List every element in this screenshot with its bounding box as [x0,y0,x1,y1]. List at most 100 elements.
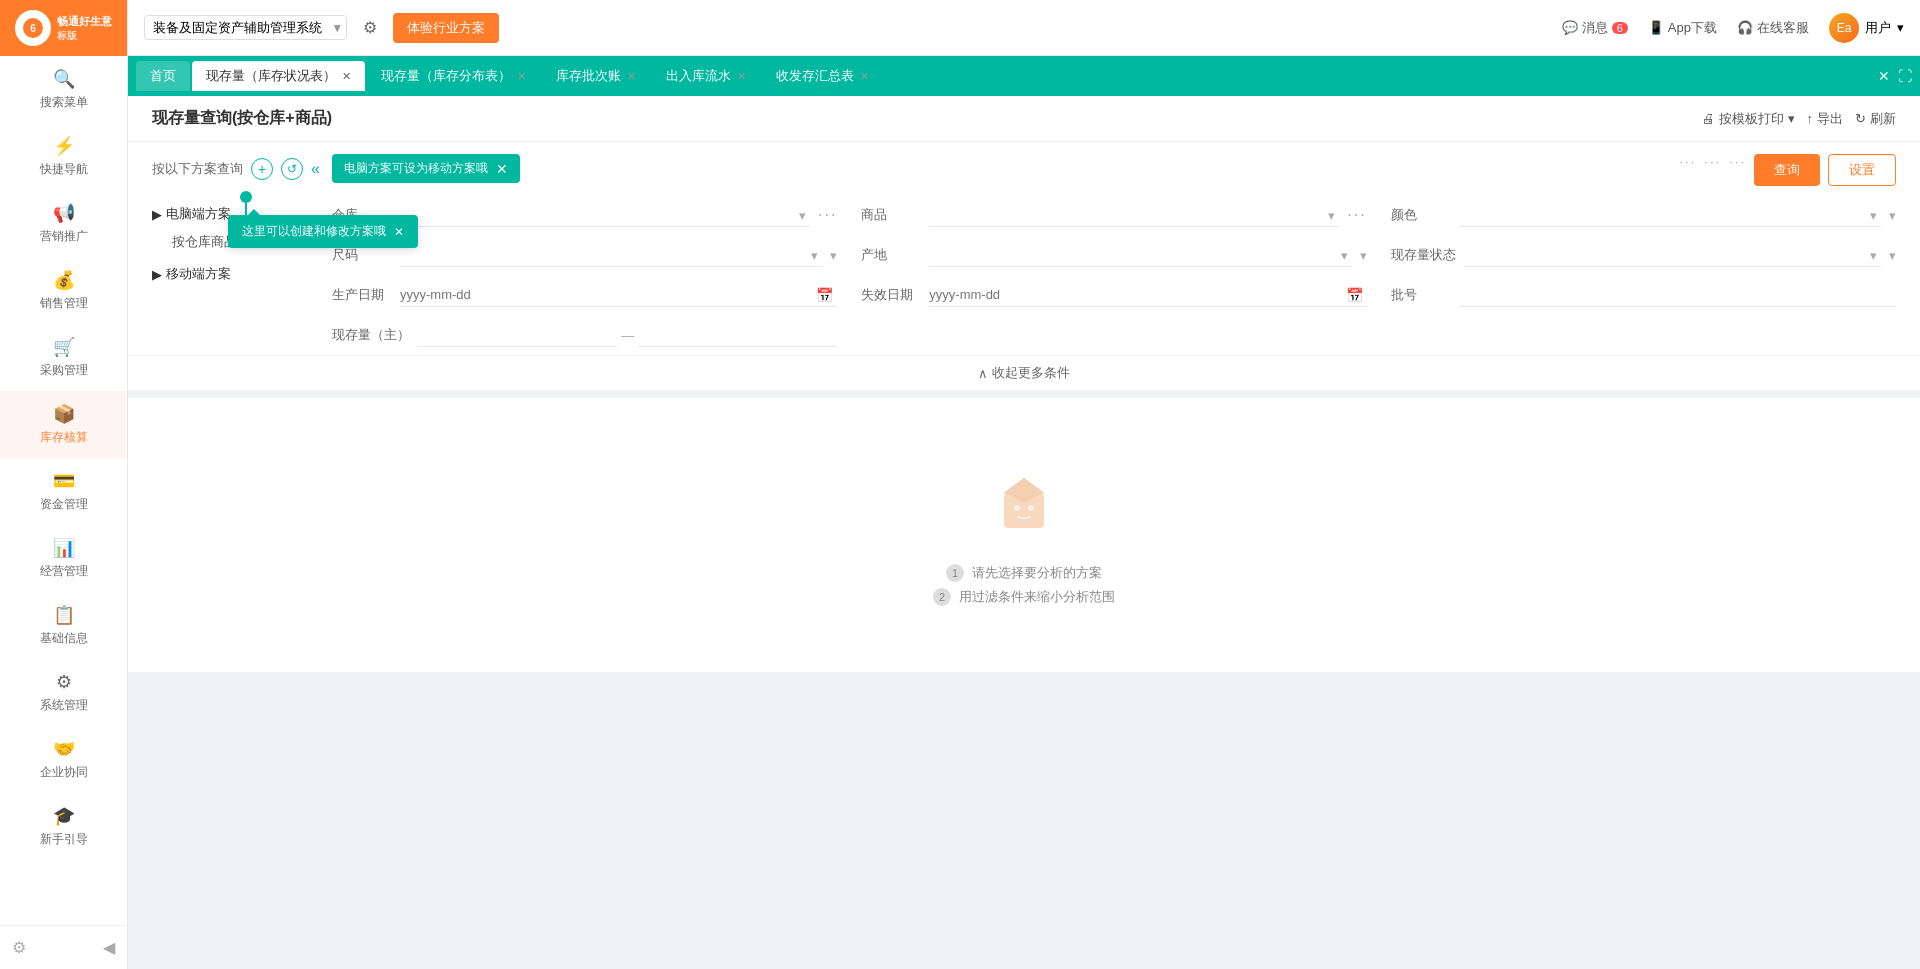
tab-batch-account[interactable]: 库存批次账 ✕ [542,61,650,91]
sidebar-item-purchase[interactable]: 🛒 采购管理 [0,324,127,391]
tab-close-inventory-dist[interactable]: ✕ [517,70,526,83]
empty-step-2: 2 用过滤条件来缩小分析范围 [933,588,1115,606]
size-label: 尺码 [332,246,392,264]
filter-produce-date: 生产日期 📅 [332,283,837,307]
sidebar-item-basic[interactable]: 📋 基础信息 [0,592,127,659]
tab-inventory-dist[interactable]: 现存量（库存分布表） ✕ [367,61,540,91]
export-btn[interactable]: ↑ 导出 [1807,110,1844,128]
sidebar-item-operation[interactable]: 📊 经营管理 [0,525,127,592]
origin-label: 产地 [861,246,921,264]
chevron-down-icon: ▾ [1897,20,1904,35]
batch-account-tab-label: 库存批次账 [556,67,621,85]
header-gear-icon[interactable]: ⚙ [359,14,381,41]
size-select[interactable] [400,243,822,267]
tab-close-batch-account[interactable]: ✕ [627,70,636,83]
sidebar-item-system[interactable]: ⚙ 系统管理 [0,659,127,726]
tab-close-receive-summary[interactable]: ✕ [860,70,869,83]
system-select[interactable]: 装备及固定资产辅助管理系统 [144,15,347,40]
color-dropdown-icon: ▾ [1889,208,1896,223]
stock-status-dropdown-icon: ▾ [1889,248,1896,263]
sidebar-item-enterprise[interactable]: 🤝 企业协同 [0,726,127,793]
system-icon: ⚙ [56,671,72,693]
refresh-btn[interactable]: ↻ 刷新 [1855,110,1896,128]
batch-no-input[interactable] [1459,283,1896,307]
filter-stock-main-range: — [418,323,837,347]
add-scheme-btn[interactable]: + [251,158,273,180]
online-service-btn[interactable]: 🎧 在线客服 [1737,19,1809,37]
tab-inout-flow[interactable]: 出入库流水 ✕ [652,61,760,91]
inventory-dist-tab-label: 现存量（库存分布表） [381,67,511,85]
color-select-wrap [1459,203,1881,227]
enterprise-icon: 🤝 [53,738,75,760]
origin-dropdown-icon: ▾ [1360,248,1367,263]
system-selector[interactable]: 装备及固定资产辅助管理系统 ▾ [144,15,347,40]
stock-status-select[interactable] [1464,243,1881,267]
goods-dots[interactable]: ··· [1704,154,1721,186]
sidebar-item-label: 基础信息 [40,630,88,647]
color-dots[interactable]: ··· [1729,154,1746,186]
sidebar-item-finance[interactable]: 💳 资金管理 [0,458,127,525]
origin-select[interactable] [929,243,1351,267]
user-avatar[interactable]: Ea 用户 ▾ [1829,13,1904,43]
print-btn[interactable]: 🖨 按模板打印 ▾ [1702,110,1795,128]
scheme-area: ▶ 电脑端方案 按仓库商品 ▶ 移动端方案 这里可以创建和修改方案哦 [128,195,1920,355]
collapse-btn[interactable]: ∧ 收起更多条件 [978,364,1070,382]
sidebar-item-label: 搜索菜单 [40,94,88,111]
warehouse-select[interactable] [400,203,810,227]
settings-icon[interactable]: ⚙ [12,938,26,957]
stock-main-min-input[interactable] [418,323,617,347]
sidebar-item-label: 企业协同 [40,764,88,781]
reset-scheme-btn[interactable]: ↺ [281,158,303,180]
settings-btn[interactable]: 设置 [1828,154,1896,186]
inventory-icon: 📦 [53,403,75,425]
expand-icon[interactable]: ⛶ [1898,68,1912,84]
mobile-scheme-header[interactable]: ▶ 移动端方案 [152,259,284,289]
produce-date-wrap: 📅 [400,283,837,307]
sales-icon: 💰 [53,269,75,291]
app-download-btn[interactable]: 📱 App下载 [1648,19,1717,37]
expire-date-calendar-icon[interactable]: 📅 [1346,287,1363,303]
tab-receive-summary[interactable]: 收发存汇总表 ✕ [762,61,883,91]
tab-close-inout-flow[interactable]: ✕ [737,70,746,83]
expand-pc-icon: ▶ [152,207,162,222]
stock-main-max-input[interactable] [638,323,837,347]
search-btn[interactable]: 查询 [1754,154,1820,186]
warehouse-dots[interactable]: ··· [1679,154,1696,186]
sidebar-item-label: 库存核算 [40,429,88,446]
sidebar-item-sales[interactable]: 💰 销售管理 [0,257,127,324]
tab-home[interactable]: 首页 [136,61,190,91]
step1-num: 1 [946,564,964,582]
color-select[interactable] [1459,203,1881,227]
color-label: 颜色 [1391,206,1451,224]
tab-actions: ✕ ⛶ [1878,68,1912,84]
industry-btn[interactable]: 体验行业方案 [393,13,499,43]
message-btn[interactable]: 💬 消息 6 [1562,19,1628,37]
sidebar-item-label: 销售管理 [40,295,88,312]
close-all-tabs-icon[interactable]: ✕ [1878,68,1890,84]
origin-select-wrap [929,243,1351,267]
sidebar-item-guide[interactable]: 🎓 新手引导 [0,793,127,860]
operation-icon: 📊 [53,537,75,559]
create-tooltip-close[interactable]: ✕ [394,225,404,239]
sidebar-item-search[interactable]: 🔍 搜索菜单 [0,56,127,123]
message-icon: 💬 [1562,20,1578,35]
produce-date-input[interactable] [400,283,837,307]
expire-date-input[interactable] [929,283,1366,307]
scheme-tooltip-close[interactable]: ✕ [496,161,508,177]
scheme-arrow-btn[interactable]: « [311,160,320,178]
goods-more-icon[interactable]: ··· [1347,206,1366,224]
sidebar-bottom: ⚙ ◀ [0,925,127,969]
tab-inventory-status[interactable]: 现存量（库存状况表） ✕ [192,61,365,91]
warehouse-more-icon[interactable]: ··· [818,206,837,224]
collapse-bar: ∧ 收起更多条件 [128,355,1920,390]
tab-close-inventory-status[interactable]: ✕ [342,70,351,83]
basic-icon: 📋 [53,604,75,626]
collapse-sidebar-icon[interactable]: ◀ [103,938,115,957]
sidebar-item-inventory[interactable]: 📦 库存核算 [0,391,127,458]
sidebar-item-quicknav[interactable]: ⚡ 快捷导航 [0,123,127,190]
produce-date-calendar-icon[interactable]: 📅 [816,287,833,303]
filter-expire-date: 失效日期 📅 [861,283,1366,307]
sidebar-item-marketing[interactable]: 📢 营销推广 [0,190,127,257]
goods-select[interactable] [929,203,1339,227]
main-area: 装备及固定资产辅助管理系统 ▾ ⚙ 体验行业方案 💬 消息 6 📱 App下载 … [128,0,1920,969]
